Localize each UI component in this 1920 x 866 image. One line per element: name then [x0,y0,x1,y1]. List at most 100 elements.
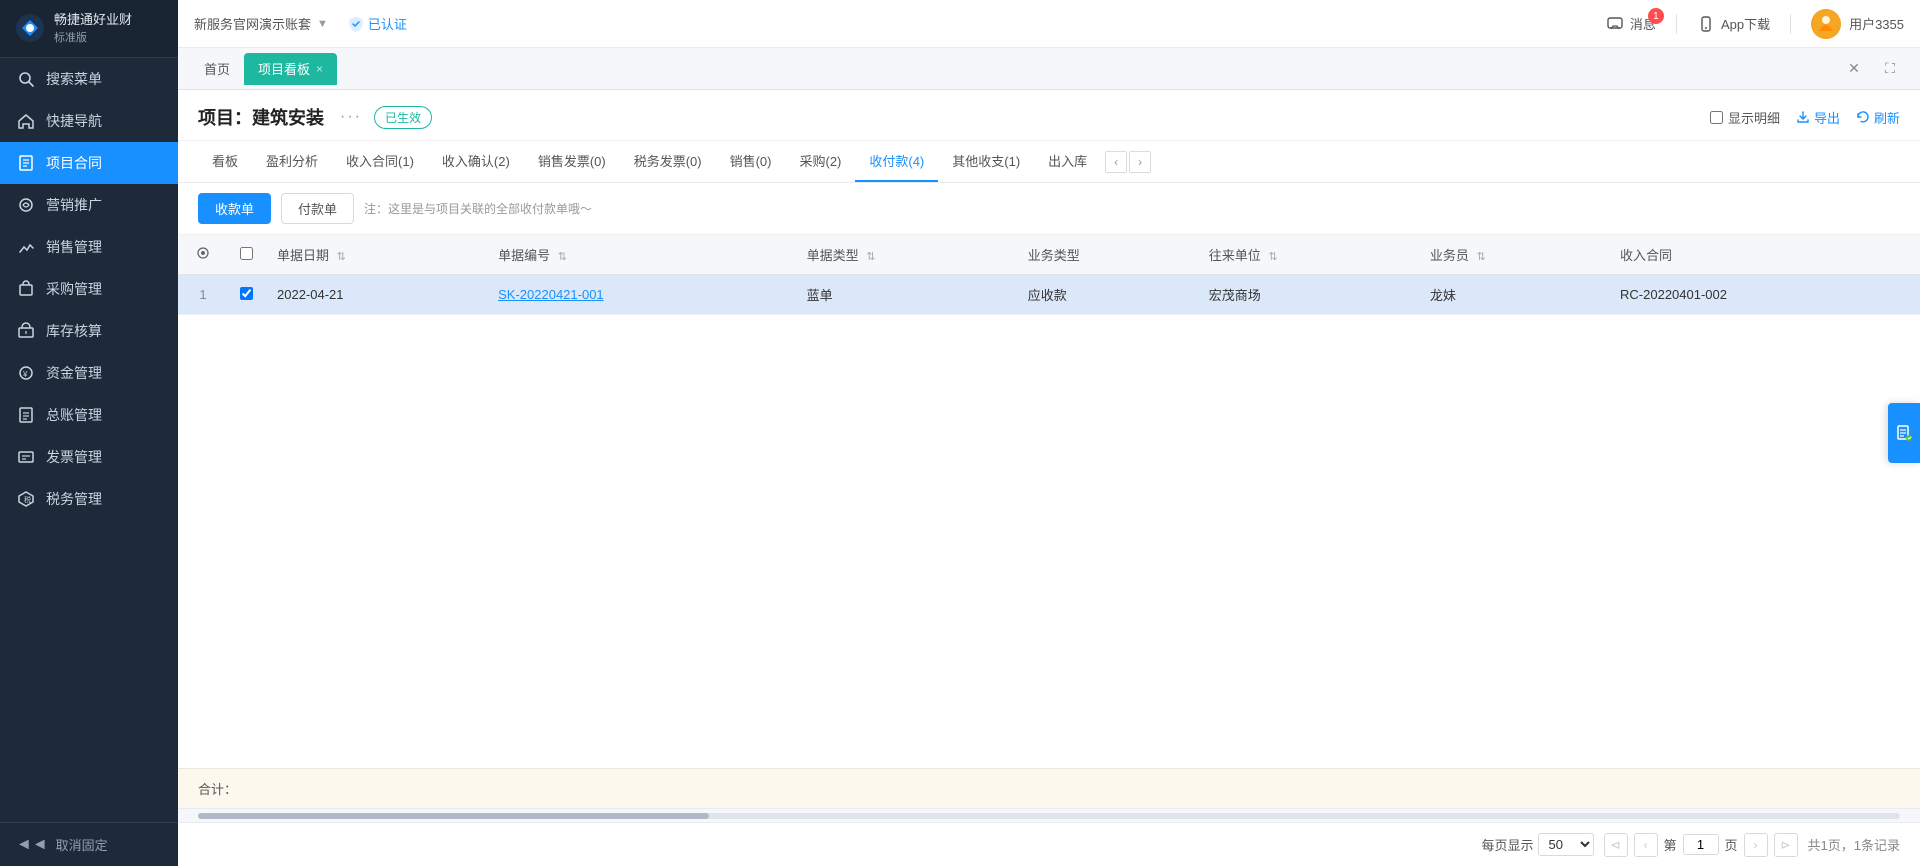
col-settings[interactable] [178,235,228,275]
cell-seq: 1 [178,275,228,315]
app-download-button[interactable]: App下载 [1697,14,1770,33]
sub-tab-next-button[interactable]: › [1129,151,1151,173]
sidebar-item-label-fund: 资金管理 [46,363,102,383]
tab-close-icon[interactable]: × [316,62,323,76]
cell-date: 2022-04-21 [265,275,486,315]
sidebar-item-fund[interactable]: ¥ 资金管理 [0,352,178,394]
sub-tab-receipt-payment[interactable]: 收付款(4) [855,141,938,182]
col-income-contract: 收入合同 [1608,235,1920,275]
refresh-button[interactable]: 刷新 [1856,108,1900,127]
sidebar-unpin[interactable]: ◄◄ 取消固定 [0,822,178,866]
edit-float-icon [1895,424,1913,442]
page-content: 项目：建筑安装 ··· 已生效 显示明细 导出 刷新 看 [178,90,1920,866]
sub-tab-kanban[interactable]: 看板 [198,141,252,182]
tab-project-board-label: 项目看板 [258,59,310,78]
main-content: 新服务官网演示账套 ▼ 已认证 消息 1 App下载 [178,0,1920,866]
date-sort-icon[interactable]: ⇅ [337,251,346,263]
export-button[interactable]: 导出 [1796,108,1840,127]
sidebar-item-label-marketing: 营销推广 [46,195,102,215]
tabs-bar: 首页 项目看板 × ✕ ⛶ [178,48,1920,90]
page-number-input[interactable] [1683,834,1719,855]
show-detail-checkbox[interactable] [1710,111,1723,124]
sub-tab-purchase[interactable]: 采购(2) [785,141,855,182]
cell-checkbox[interactable] [228,275,265,315]
invoice-icon [16,447,36,467]
page-suffix: 页 [1725,835,1738,854]
message-button[interactable]: 消息 1 [1606,14,1656,33]
project-header-actions: 显示明细 导出 刷新 [1710,108,1900,127]
partner-sort-icon[interactable]: ⇅ [1268,251,1277,263]
project-more-button[interactable]: ··· [340,108,362,126]
ledger-icon [16,405,36,425]
sub-tab-revenue-contract[interactable]: 收入合同(1) [332,141,428,182]
sidebar-item-purchase[interactable]: 采购管理 [0,268,178,310]
page-last-button[interactable]: ⊳ [1774,833,1798,857]
sidebar-item-label-purchase: 采购管理 [46,279,102,299]
topbar: 新服务官网演示账套 ▼ 已认证 消息 1 App下载 [178,0,1920,48]
sub-tab-tax-invoice[interactable]: 税务发票(0) [620,141,716,182]
certified-label: 已认证 [368,14,407,33]
payment-toggle-button[interactable]: 付款单 [281,193,354,224]
sidebar-item-search[interactable]: 搜索菜单 [0,58,178,100]
horizontal-scrollbar[interactable] [178,808,1920,822]
right-float-button[interactable] [1888,403,1920,463]
table-row[interactable]: 1 2022-04-21 SK-20220421-001 蓝单 应收款 宏茂商场… [178,275,1920,315]
page-prefix: 第 [1664,835,1677,854]
sub-tab-sales[interactable]: 销售(0) [716,141,786,182]
row-checkbox[interactable] [240,287,253,300]
data-table-container: 单据日期 ⇅ 单据编号 ⇅ 单据类型 ⇅ 业务类型 [178,235,1920,768]
table-header-row: 单据日期 ⇅ 单据编号 ⇅ 单据类型 ⇅ 业务类型 [178,235,1920,275]
message-badge: 1 [1648,8,1664,24]
select-all-checkbox[interactable] [240,247,253,260]
receipt-toggle-button[interactable]: 收款单 [198,193,271,224]
inventory-icon [16,321,36,341]
account-selector[interactable]: 新服务官网演示账套 ▼ [194,14,328,33]
scrollbar-thumb[interactable] [198,813,709,819]
page-size-selector[interactable]: 每页显示 50 100 200 [1481,833,1593,856]
page-next-button[interactable]: › [1744,833,1768,857]
tab-home[interactable]: 首页 [194,53,240,85]
show-detail-label: 显示明细 [1728,108,1780,127]
sidebar-item-ledger[interactable]: 总账管理 [0,394,178,436]
sidebar-item-inventory[interactable]: 库存核算 [0,310,178,352]
col-type: 单据类型 ⇅ [795,235,1016,275]
refresh-label: 刷新 [1874,108,1900,127]
code-sort-icon[interactable]: ⇅ [558,251,567,263]
col-code: 单据编号 ⇅ [486,235,794,275]
sidebar-item-tax[interactable]: 税 税务管理 [0,478,178,520]
cell-code[interactable]: SK-20220421-001 [486,275,794,315]
type-sort-icon[interactable]: ⇅ [866,251,875,263]
page-prev-button[interactable]: ‹ [1634,833,1658,857]
sidebar-item-label-sales: 销售管理 [46,237,102,257]
show-detail-toggle[interactable]: 显示明细 [1710,108,1780,127]
sub-tab-warehouse[interactable]: 出入库 [1034,141,1101,182]
sub-tab-profit[interactable]: 盈利分析 [252,141,332,182]
phone-icon [1697,15,1715,33]
app-logo-icon [14,12,46,44]
tabs-close-button[interactable]: ✕ [1840,55,1868,83]
account-name: 新服务官网演示账套 [194,14,311,33]
sidebar-item-quicknav[interactable]: 快捷导航 [0,100,178,142]
receipt-code-link[interactable]: SK-20220421-001 [498,287,604,302]
page-nav: ⊲ ‹ 第 页 › ⊳ [1604,833,1798,857]
tab-project-board[interactable]: 项目看板 × [244,53,337,85]
sub-tab-prev-button[interactable]: ‹ [1105,151,1127,173]
salesman-sort-icon[interactable]: ⇅ [1477,251,1486,263]
cell-salesman: 龙妹 [1418,275,1608,315]
app-name: 畅捷通好业财 [54,12,132,29]
sidebar-item-project-contract[interactable]: 项目合同 [0,142,178,184]
sub-tab-revenue-confirm[interactable]: 收入确认(2) [428,141,524,182]
page-first-button[interactable]: ⊲ [1604,833,1628,857]
sidebar-item-invoice[interactable]: 发票管理 [0,436,178,478]
tabs-actions: ✕ ⛶ [1840,55,1904,83]
scrollbar-track[interactable] [198,813,1900,819]
col-checkbox[interactable] [228,235,265,275]
sub-tab-sales-invoice[interactable]: 销售发票(0) [524,141,620,182]
project-status-badge: 已生效 [374,106,432,129]
sidebar-item-sales[interactable]: 销售管理 [0,226,178,268]
sidebar-item-marketing[interactable]: 营销推广 [0,184,178,226]
page-size-select[interactable]: 50 100 200 [1538,833,1594,856]
tabs-expand-button[interactable]: ⛶ [1876,55,1904,83]
sub-tab-other-income[interactable]: 其他收支(1) [938,141,1034,182]
user-menu[interactable]: 用户3355 [1811,9,1904,39]
